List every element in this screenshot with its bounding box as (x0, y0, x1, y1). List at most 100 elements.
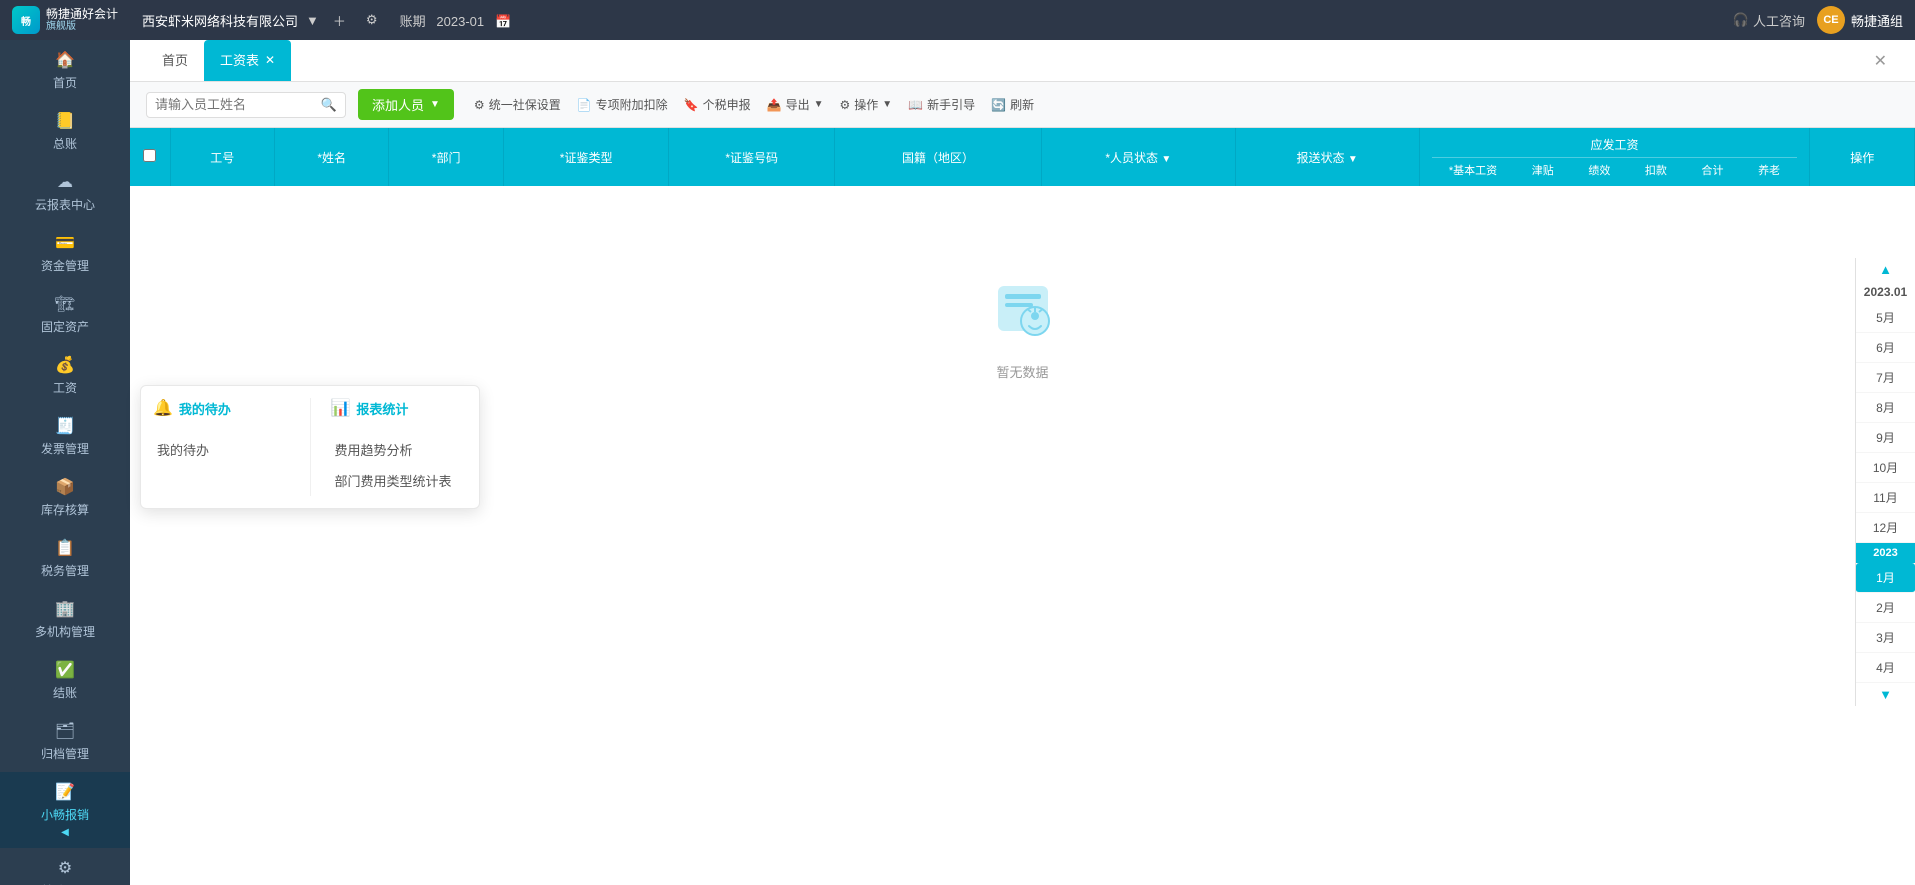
archive-icon: 🗂 (55, 721, 75, 741)
sidebar-item-home[interactable]: 🏠 首页 (0, 40, 130, 101)
cal-month-9[interactable]: 9月 (1856, 423, 1915, 453)
add-company-btn[interactable]: ＋ (327, 7, 352, 34)
user-area[interactable]: CE 畅捷通组 (1817, 6, 1903, 34)
close-panel-btn[interactable]: ✕ (1862, 51, 1899, 71)
cal-prev-nav[interactable]: ▲ (1856, 258, 1915, 281)
export-dropdown-icon: ▼ (814, 99, 824, 110)
add-person-btn[interactable]: 添加人员 ▼ (358, 89, 454, 120)
sidebar-item-inventory[interactable]: 📦 库存核算 (0, 467, 130, 528)
panel-link-my-todo[interactable]: 我的待办 (153, 434, 290, 465)
cal-month-10[interactable]: 10月 (1856, 453, 1915, 483)
toolbar-actions: ⚙ 统一社保设置 📄 专项附加扣除 🔖 个税申报 📤 导出 ▼ (474, 96, 1034, 113)
user-name: 畅捷通组 (1851, 11, 1903, 30)
cal-year-header: 2023.01 (1856, 281, 1915, 303)
service-label: 人工咨询 (1753, 11, 1805, 30)
fixed-assets-icon: 🏗 (55, 294, 75, 314)
sidebar-item-ledger[interactable]: 📒 总账 (0, 101, 130, 162)
sidebar-item-multi-org[interactable]: 🏢 多机构管理 (0, 589, 130, 650)
panel-report-title: 📊 报表统计 (331, 398, 468, 424)
tab-home[interactable]: 首页 (146, 40, 204, 81)
operations-dropdown-icon: ▼ (882, 99, 892, 110)
calendar-icon[interactable]: 📅 (495, 14, 511, 29)
cal-current-year: 2023 (1856, 543, 1915, 563)
select-all-checkbox[interactable] (143, 149, 156, 162)
personal-tax-label: 个税申报 (703, 96, 751, 113)
header-person-status: *人员状态 ▼ (1041, 128, 1235, 186)
period-value: 2023-01 (436, 14, 484, 29)
company-dropdown-icon[interactable]: ▼ (306, 13, 319, 28)
tab-salary-table[interactable]: 工资表 ✕ (204, 40, 291, 81)
operations-btn[interactable]: ⚙ 操作 ▼ (840, 96, 893, 113)
sidebar-item-fixed-assets[interactable]: 🏗 固定资产 (0, 284, 130, 345)
headset-icon: 🎧 (1733, 12, 1749, 28)
company-area: 西安虾米网络科技有限公司 ▼ ＋ ⚙ 账期 2023-01 📅 (142, 7, 1733, 34)
tab-salary-label: 工资表 (220, 50, 259, 69)
cloud-icon: ☁ (57, 172, 73, 192)
refresh-label: 刷新 (1010, 96, 1034, 113)
new-guide-toolbar-btn[interactable]: 📖 新手引导 (908, 96, 975, 113)
refresh-icon: 🔄 (991, 98, 1006, 112)
panel-link-cost-trend[interactable]: 费用趋势分析 (331, 434, 468, 465)
sidebar-item-salary[interactable]: 💰 工资 (0, 345, 130, 406)
sidebar-label-invoice: 发票管理 (41, 440, 89, 457)
tax-icon: 📋 (55, 538, 75, 558)
header-id-number: *证鉴号码 (669, 128, 835, 186)
cal-month-5[interactable]: 5月 (1856, 303, 1915, 333)
cal-month-1-active[interactable]: 1月 (1856, 563, 1915, 593)
operations-label: 操作 (854, 96, 878, 113)
special-deduction-btn[interactable]: 📄 专项附加扣除 (577, 96, 668, 113)
refresh-btn[interactable]: 🔄 刷新 (991, 96, 1034, 113)
sidebar-label-settlement: 结账 (53, 684, 77, 701)
search-input[interactable] (155, 97, 315, 112)
sidebar-item-xiaochang[interactable]: 📝 小畅报销 ◀ (0, 772, 130, 848)
sidebar-item-funds[interactable]: 💳 资金管理 (0, 223, 130, 284)
header-nationality: 国籍（地区） (835, 128, 1042, 186)
sidebar-label-ledger: 总账 (53, 135, 77, 152)
right-area: 🎧 人工咨询 CE 畅捷通组 (1733, 6, 1903, 34)
panel-col-todo: 🔔 我的待办 我的待办 (153, 398, 290, 496)
sidebar-label-funds: 资金管理 (41, 257, 89, 274)
cal-month-11[interactable]: 11月 (1856, 483, 1915, 513)
panel-divider (310, 398, 311, 496)
sidebar-item-tax[interactable]: 📋 税务管理 (0, 528, 130, 589)
multi-org-icon: 🏢 (55, 599, 75, 619)
header-department: *部门 (389, 128, 503, 186)
sidebar-label-archive: 归档管理 (41, 745, 89, 762)
cal-month-8[interactable]: 8月 (1856, 393, 1915, 423)
ledger-icon: 📒 (55, 111, 75, 131)
sidebar-label-fixed-assets: 固定资产 (41, 318, 89, 335)
social-security-btn[interactable]: ⚙ 统一社保设置 (474, 96, 561, 113)
subheader-total: 合计 (1701, 162, 1723, 178)
sidebar-label-tax: 税务管理 (41, 562, 89, 579)
logo-main-text: 畅捷通好会计 (46, 7, 118, 21)
cal-month-3[interactable]: 3月 (1856, 623, 1915, 653)
todo-icon: 🔔 (153, 398, 173, 418)
cal-month-2[interactable]: 2月 (1856, 593, 1915, 623)
tab-close-icon[interactable]: ✕ (265, 53, 275, 67)
service-btn[interactable]: 🎧 人工咨询 (1733, 11, 1805, 30)
subheader-deduction: 扣款 (1645, 162, 1667, 178)
settlement-icon: ✅ (55, 660, 75, 680)
export-icon: 📤 (767, 98, 782, 112)
cal-next-nav[interactable]: ▼ (1856, 683, 1915, 706)
header-checkbox-col (130, 128, 170, 186)
invoice-icon: 🧾 (55, 416, 75, 436)
cal-month-6[interactable]: 6月 (1856, 333, 1915, 363)
search-icon[interactable]: 🔍 (321, 97, 337, 113)
sidebar-item-cloud-report[interactable]: ☁ 云报表中心 (0, 162, 130, 223)
sidebar-label-home: 首页 (53, 74, 77, 91)
export-btn[interactable]: 📤 导出 ▼ (767, 96, 824, 113)
panel-link-dept-cost[interactable]: 部门费用类型统计表 (331, 465, 468, 496)
app-wrapper: 畅 畅捷通好会计 旗舰版 西安虾米网络科技有限公司 ▼ ＋ ⚙ 账期 2023-… (0, 0, 1915, 885)
guide-icon: 📖 (908, 98, 923, 112)
company-settings-btn[interactable]: ⚙ (360, 8, 384, 32)
cal-month-7[interactable]: 7月 (1856, 363, 1915, 393)
sidebar-item-settlement[interactable]: ✅ 结账 (0, 650, 130, 711)
sidebar-item-invoice[interactable]: 🧾 发票管理 (0, 406, 130, 467)
sidebar-item-archive[interactable]: 🗂 归档管理 (0, 711, 130, 772)
logo-initials: 畅 (21, 13, 31, 28)
sidebar-item-basic-settings[interactable]: ⚙ 基础设置 (0, 848, 130, 885)
cal-month-12[interactable]: 12月 (1856, 513, 1915, 543)
personal-tax-btn[interactable]: 🔖 个税申报 (684, 96, 751, 113)
cal-month-4[interactable]: 4月 (1856, 653, 1915, 683)
